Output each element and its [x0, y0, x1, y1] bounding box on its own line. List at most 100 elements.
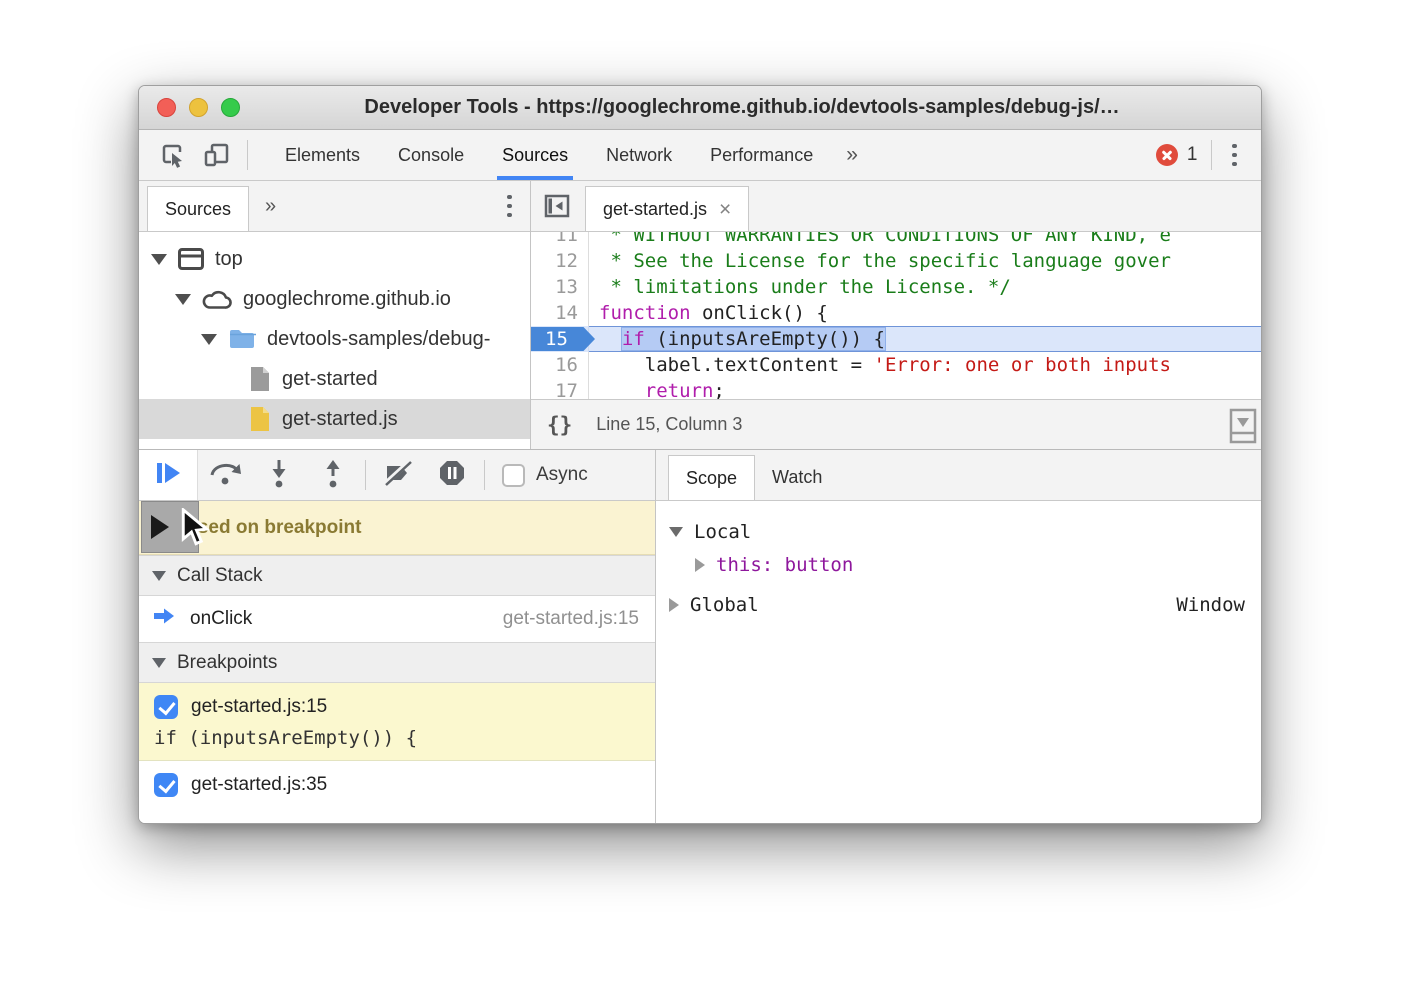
code-comment: * See the License for the specific langu…	[599, 250, 1171, 272]
format-code-button[interactable]: {}	[547, 413, 572, 437]
breakpoint-entry-active[interactable]: get-started.js:15 if (inputsAreEmpty()) …	[139, 683, 655, 761]
scope-local-row[interactable]: Local	[656, 515, 1261, 548]
toolbar-divider	[484, 460, 485, 490]
tab-watch[interactable]: Watch	[755, 455, 839, 500]
execution-pointer-icon: 15	[531, 327, 595, 351]
cloud-icon	[202, 288, 232, 310]
tree-item-label: get-started.js	[282, 408, 398, 431]
menu-kebab-icon[interactable]	[1220, 144, 1249, 167]
toolbar-right: 1	[1150, 140, 1249, 170]
line-number-gutter[interactable]: 14	[531, 300, 589, 326]
line-number-gutter[interactable]: 12	[531, 248, 589, 274]
tab-console[interactable]: Console	[379, 130, 483, 180]
tree-item-folder[interactable]: devtools-samples/debug-	[139, 319, 530, 359]
chevron-down-icon	[201, 334, 217, 345]
js-file-icon	[249, 406, 271, 432]
execution-line-gutter[interactable]: 15	[531, 326, 589, 352]
editor-tab-get-started-js[interactable]: get-started.js ×	[585, 186, 749, 231]
code-line: 12 * See the License for the specific la…	[531, 248, 1261, 274]
frame-location: get-started.js:15	[503, 608, 639, 630]
chevron-down-icon	[152, 658, 166, 668]
call-stack-header[interactable]: Call Stack	[139, 555, 655, 596]
code-comment: * WITHOUT WARRANTIES OR CONDITIONS OF AN…	[599, 232, 1171, 246]
code-line-paused: 15 if (inputsAreEmpty()) {	[531, 326, 1261, 352]
tab-elements[interactable]: Elements	[266, 130, 379, 180]
frame-icon	[178, 248, 204, 270]
scope-this-row[interactable]: this: button	[656, 548, 1261, 581]
step-into-button[interactable]	[252, 458, 306, 493]
resume-icon	[153, 460, 183, 491]
tree-item-label: googlechrome.github.io	[243, 288, 451, 311]
editor-pane: get-started.js × 11 * WITHOUT WARRANTIES…	[531, 181, 1261, 449]
call-stack-arrow-icon	[151, 605, 177, 633]
async-checkbox-group: Async	[502, 464, 588, 487]
paused-token-highlight: if (inputsAreEmpty()) {	[622, 328, 885, 350]
scope-global-value: Window	[1176, 594, 1245, 616]
mouse-cursor-icon	[180, 508, 212, 548]
breakpoint-entry[interactable]: get-started.js:35	[139, 761, 655, 811]
async-label: Async	[536, 464, 588, 486]
debugger-sidebar: Async Paused on breakpoint Call Stack	[139, 450, 656, 824]
paused-banner: Paused on breakpoint	[139, 501, 655, 555]
line-number-gutter[interactable]: 13	[531, 274, 589, 300]
tree-item-top[interactable]: top	[139, 239, 530, 279]
debugger-toolbar: Async	[139, 450, 655, 501]
code-comment: * limitations under the License. */	[599, 276, 1011, 298]
drawer-toggle-icon[interactable]	[1227, 406, 1259, 446]
code-line: 14 function onClick() {	[531, 300, 1261, 326]
chevron-down-icon	[151, 254, 167, 265]
close-icon[interactable]: ×	[719, 199, 731, 220]
code-line: 11 * WITHOUT WARRANTIES OR CONDITIONS OF…	[531, 232, 1261, 248]
section-title: Call Stack	[177, 565, 263, 587]
tab-sources[interactable]: Sources	[483, 130, 587, 180]
breakpoint-checkbox[interactable]	[154, 695, 178, 719]
navigator-kebab-icon[interactable]	[495, 195, 524, 218]
breakpoint-checkbox[interactable]	[154, 773, 178, 797]
step-over-button[interactable]	[198, 458, 252, 493]
scope-global-row[interactable]: Global Window	[656, 588, 1261, 621]
tree-item-get-started[interactable]: get-started	[139, 359, 530, 399]
file-tree: top googlechrome.github.io devtools-samp…	[139, 232, 530, 439]
step-over-icon	[208, 458, 242, 493]
resume-button[interactable]	[139, 450, 198, 500]
tree-item-label: get-started	[282, 368, 378, 391]
inspect-icon[interactable]	[151, 135, 195, 175]
navigator-toggle-icon[interactable]	[541, 190, 573, 222]
navigator-header: Sources »	[139, 181, 530, 232]
step-out-button[interactable]	[306, 458, 360, 493]
scope-header: Scope Watch	[656, 450, 1261, 501]
chevron-down-icon	[152, 571, 166, 581]
file-icon	[249, 366, 271, 392]
close-window-button[interactable]	[157, 98, 176, 117]
chevron-down-icon	[669, 527, 683, 537]
code-line: 13 * limitations under the License. */	[531, 274, 1261, 300]
tree-item-get-started-js[interactable]: get-started.js	[139, 399, 530, 439]
tab-scope[interactable]: Scope	[668, 455, 755, 500]
async-checkbox[interactable]	[502, 464, 525, 487]
scope-tree: Local this: button Global Window	[656, 501, 1261, 621]
zoom-window-button[interactable]	[221, 98, 240, 117]
error-badge[interactable]: 1	[1150, 144, 1204, 166]
more-tabs-chevron[interactable]: »	[832, 143, 872, 167]
tab-network[interactable]: Network	[587, 130, 691, 180]
line-number-gutter[interactable]: 11	[531, 232, 589, 248]
breakpoint-location: get-started.js:15	[191, 696, 327, 718]
play-icon	[151, 515, 169, 539]
navigator-tab-sources[interactable]: Sources	[147, 186, 249, 231]
breakpoint-location: get-started.js:35	[191, 774, 327, 796]
deactivate-breakpoints-button[interactable]	[371, 459, 425, 492]
device-toolbar-icon[interactable]	[195, 135, 239, 175]
pause-on-exceptions-button[interactable]	[425, 458, 479, 493]
call-stack-frame[interactable]: onClick get-started.js:15	[139, 596, 655, 642]
titlebar[interactable]: Developer Tools - https://googlechrome.g…	[139, 86, 1261, 130]
frame-function-name: onClick	[190, 608, 252, 630]
window-title: Developer Tools - https://googlechrome.g…	[139, 96, 1261, 119]
minimize-window-button[interactable]	[189, 98, 208, 117]
devtools-window: Developer Tools - https://googlechrome.g…	[138, 85, 1262, 824]
tree-item-origin[interactable]: googlechrome.github.io	[139, 279, 530, 319]
scope-section-label: Global	[690, 594, 759, 616]
tab-performance[interactable]: Performance	[691, 130, 832, 180]
code-keyword: function	[599, 302, 691, 324]
navigator-more-chevron[interactable]: »	[249, 195, 292, 218]
breakpoints-header[interactable]: Breakpoints	[139, 642, 655, 683]
